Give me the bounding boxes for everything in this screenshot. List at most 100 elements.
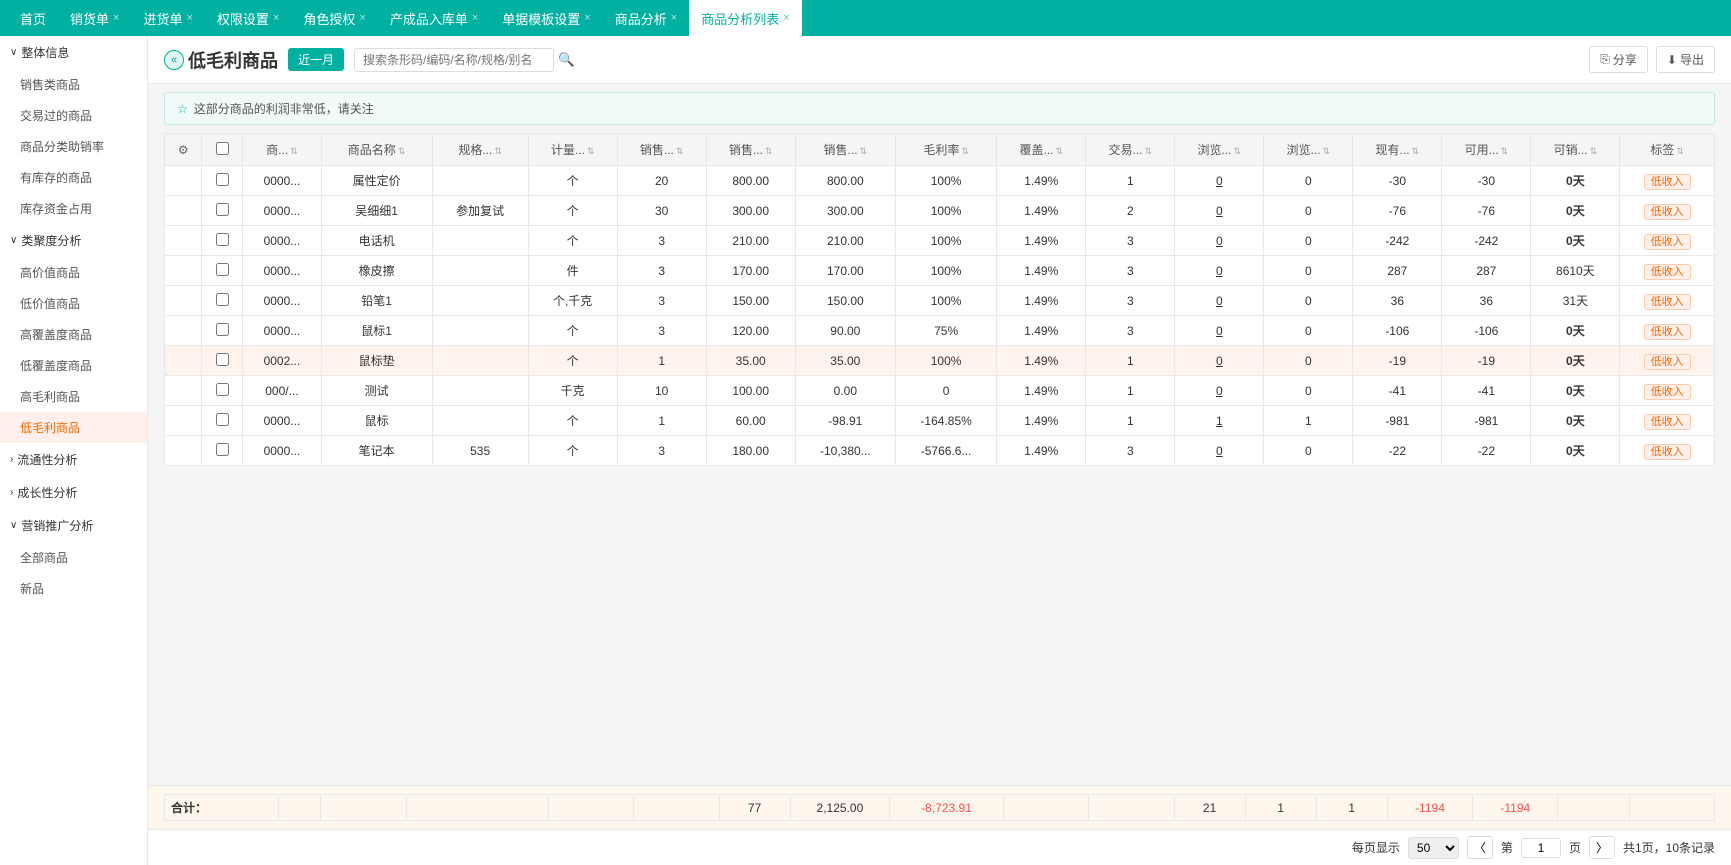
cell-transaction: 3	[1086, 286, 1175, 316]
sidebar-group-overall[interactable]: ∨ 整体信息	[0, 36, 147, 69]
col-browse1[interactable]: 浏览...⇅	[1175, 134, 1264, 166]
row-checkbox[interactable]	[216, 353, 229, 366]
close-icon[interactable]: ×	[783, 12, 789, 24]
col-saleable[interactable]: 可销...⇅	[1531, 134, 1620, 166]
select-all-checkbox[interactable]	[216, 142, 229, 155]
col-spec[interactable]: 规格...⇅	[432, 134, 528, 166]
row-checkbox[interactable]	[216, 383, 229, 396]
close-icon[interactable]: ×	[113, 12, 119, 24]
search-input[interactable]	[354, 48, 554, 72]
nav-product-analysis-list[interactable]: 商品分析列表 ×	[689, 0, 801, 36]
sidebar-item-stock-products[interactable]: 有库存的商品	[0, 162, 147, 193]
col-sales-qty[interactable]: 销售...⇅	[617, 134, 706, 166]
col-gross-margin[interactable]: 毛利率⇅	[895, 134, 996, 166]
row-checkbox[interactable]	[216, 203, 229, 216]
cell-browse1[interactable]: 0	[1175, 346, 1264, 376]
row-checkbox[interactable]	[216, 293, 229, 306]
time-filter-button[interactable]: 近一月	[288, 48, 344, 71]
cell-gross-margin: 100%	[895, 166, 996, 196]
row-checkbox[interactable]	[216, 173, 229, 186]
row-checkbox[interactable]	[216, 443, 229, 456]
col-settings[interactable]: ⚙	[165, 134, 202, 166]
sidebar-group-circulation[interactable]: › 流通性分析	[0, 443, 147, 476]
nav-product-analysis[interactable]: 商品分析 ×	[603, 0, 689, 36]
row-checkbox[interactable]	[216, 323, 229, 336]
page-number-input[interactable]	[1521, 838, 1561, 858]
export-button[interactable]: ⬇ 导出	[1656, 46, 1715, 73]
col-sales-amt[interactable]: 销售...⇅	[706, 134, 795, 166]
share-button[interactable]: ⎘ 分享	[1589, 46, 1648, 73]
cell-browse1[interactable]: 0	[1175, 196, 1264, 226]
col-browse2[interactable]: 浏览...⇅	[1264, 134, 1353, 166]
cell-browse1[interactable]: 0	[1175, 286, 1264, 316]
search-button[interactable]: 🔍	[558, 52, 575, 68]
nav-permission-settings[interactable]: 权限设置 ×	[205, 0, 291, 36]
sidebar-item-stock-capital[interactable]: 库存资金占用	[0, 193, 147, 224]
row-checkbox[interactable]	[216, 233, 229, 246]
row-checkbox[interactable]	[216, 413, 229, 426]
sidebar-item-all-products[interactable]: 全部商品	[0, 542, 147, 573]
cell-checkbox[interactable]	[202, 316, 243, 346]
page-size-select[interactable]: 50 20 100	[1408, 837, 1459, 859]
col-checkbox[interactable]	[202, 134, 243, 166]
cell-checkbox[interactable]	[202, 166, 243, 196]
nav-role-auth[interactable]: 角色授权 ×	[291, 0, 377, 36]
sidebar-item-high-margin[interactable]: 高毛利商品	[0, 381, 147, 412]
cell-browse1[interactable]: 0	[1175, 226, 1264, 256]
cell-browse1[interactable]: 0	[1175, 316, 1264, 346]
cell-checkbox[interactable]	[202, 376, 243, 406]
nav-template-settings[interactable]: 单据模板设置 ×	[490, 0, 602, 36]
col-unit[interactable]: 计量...⇅	[528, 134, 617, 166]
sidebar-item-traded-products[interactable]: 交易过的商品	[0, 100, 147, 131]
sidebar-item-new-products[interactable]: 新品	[0, 573, 147, 604]
close-icon[interactable]: ×	[472, 12, 478, 24]
cell-checkbox[interactable]	[202, 346, 243, 376]
cell-browse1[interactable]: 0	[1175, 436, 1264, 466]
cell-checkbox[interactable]	[202, 256, 243, 286]
sidebar-item-low-value[interactable]: 低价值商品	[0, 288, 147, 319]
nav-purchase-order[interactable]: 进货单 ×	[131, 0, 204, 36]
close-icon[interactable]: ×	[273, 12, 279, 24]
close-icon[interactable]: ×	[584, 12, 590, 24]
sidebar-item-sales-products[interactable]: 销售类商品	[0, 69, 147, 100]
sidebar-item-category-rate[interactable]: 商品分类助销率	[0, 131, 147, 162]
cell-browse1[interactable]: 0	[1175, 256, 1264, 286]
nav-product-inbound[interactable]: 产成品入库单 ×	[378, 0, 490, 36]
col-sales-profit[interactable]: 销售...⇅	[795, 134, 895, 166]
sidebar-group-marketing[interactable]: ∨ 营销推广分析	[0, 509, 147, 542]
col-coverage[interactable]: 覆盖...⇅	[997, 134, 1086, 166]
col-transaction[interactable]: 交易...⇅	[1086, 134, 1175, 166]
close-icon[interactable]: ×	[671, 12, 677, 24]
row-checkbox[interactable]	[216, 263, 229, 276]
col-name[interactable]: 商品名称⇅	[321, 134, 432, 166]
sidebar-item-high-coverage[interactable]: 高覆盖度商品	[0, 319, 147, 350]
cell-browse1[interactable]: 0	[1175, 166, 1264, 196]
cell-sales-qty: 3	[617, 256, 706, 286]
cell-checkbox[interactable]	[202, 226, 243, 256]
sidebar-item-high-value[interactable]: 高价值商品	[0, 257, 147, 288]
col-current-stock[interactable]: 现有...⇅	[1353, 134, 1442, 166]
col-tag[interactable]: 标签⇅	[1620, 134, 1715, 166]
nav-home[interactable]: 首页	[8, 0, 58, 36]
nav-sales-order[interactable]: 销货单 ×	[58, 0, 131, 36]
sidebar-item-low-coverage[interactable]: 低覆盖度商品	[0, 350, 147, 381]
sidebar-group-cluster[interactable]: ∨ 类聚度分析	[0, 224, 147, 257]
page-suffix: 页	[1569, 839, 1581, 856]
next-page-button[interactable]: 〉	[1589, 836, 1615, 859]
cell-checkbox[interactable]	[202, 286, 243, 316]
col-code[interactable]: 商...⇅	[243, 134, 321, 166]
prev-page-button[interactable]: 〈	[1467, 836, 1493, 859]
cell-browse1[interactable]: 0	[1175, 376, 1264, 406]
sidebar-collapse-button[interactable]: «	[164, 50, 184, 70]
close-icon[interactable]: ×	[186, 12, 192, 24]
cell-checkbox[interactable]	[202, 406, 243, 436]
cell-sales-qty: 30	[617, 196, 706, 226]
cell-tag: 低收入	[1620, 226, 1715, 256]
sidebar-item-low-margin[interactable]: 低毛利商品	[0, 412, 147, 443]
col-available[interactable]: 可用...⇅	[1442, 134, 1531, 166]
close-icon[interactable]: ×	[359, 12, 365, 24]
cell-checkbox[interactable]	[202, 436, 243, 466]
cell-browse1[interactable]: 1	[1175, 406, 1264, 436]
sidebar-group-growth[interactable]: › 成长性分析	[0, 476, 147, 509]
cell-checkbox[interactable]	[202, 196, 243, 226]
